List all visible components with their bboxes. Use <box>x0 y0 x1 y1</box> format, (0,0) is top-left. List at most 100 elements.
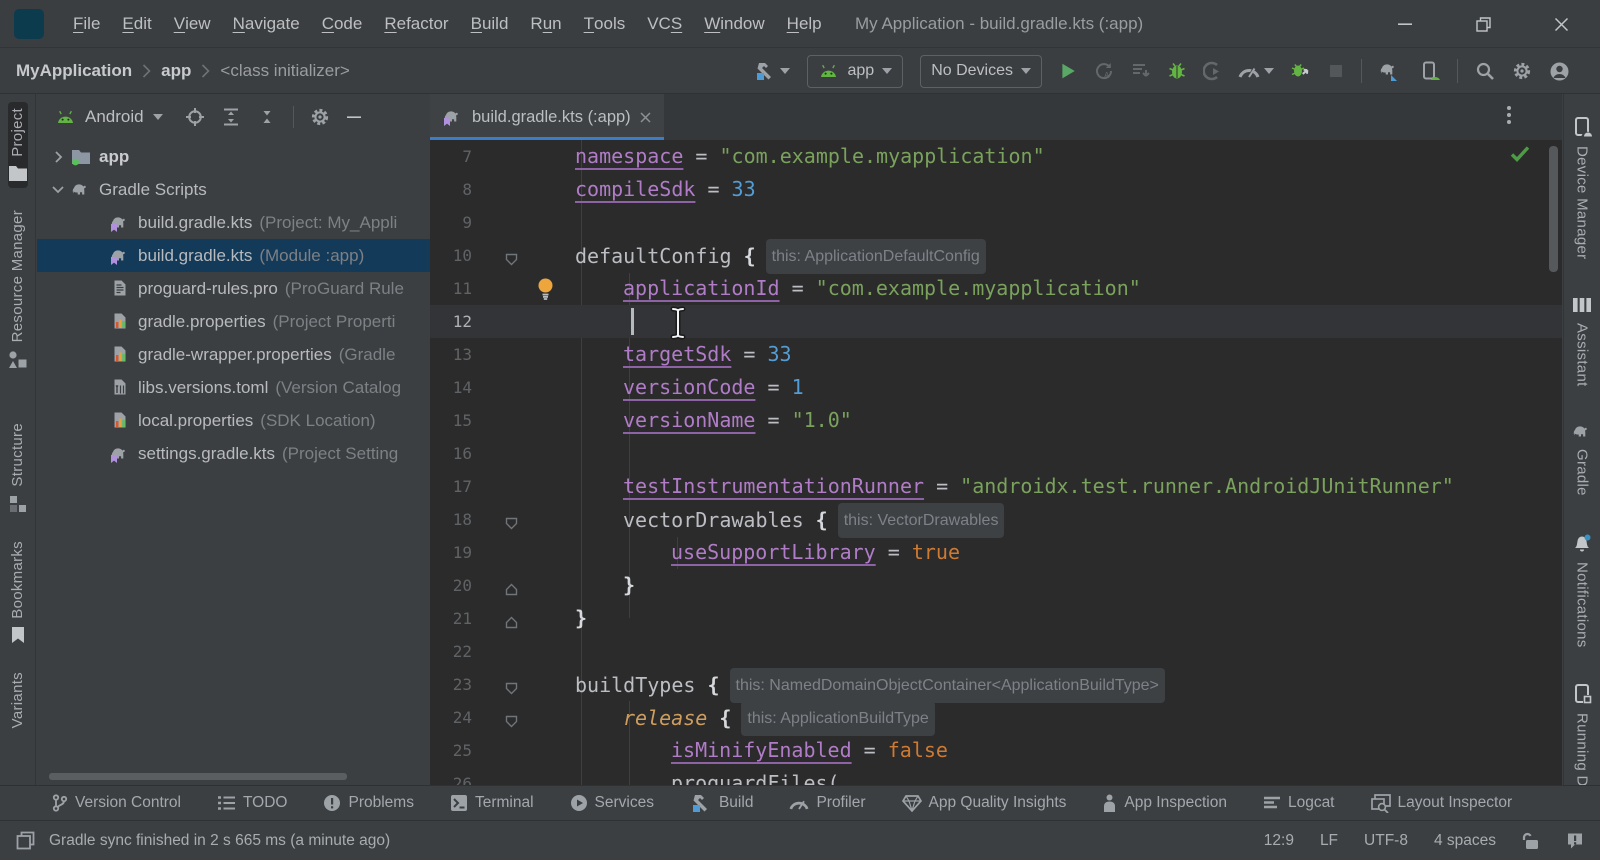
select-opened-file-button[interactable] <box>185 107 205 127</box>
menu-view[interactable]: View <box>163 0 222 48</box>
code-line-9[interactable]: 9 <box>430 206 1562 239</box>
code-line-24[interactable]: 24 release {this: ApplicationBuildType <box>430 701 1562 736</box>
code-line-13[interactable]: 13 targetSdk = 33 <box>430 338 1562 371</box>
run-configuration-select[interactable]: app <box>807 54 904 88</box>
menu-build[interactable]: Build <box>460 0 520 48</box>
menu-help[interactable]: Help <box>776 0 833 48</box>
tree-row-settings-gradle-kts[interactable]: settings.gradle.kts (Project Setting <box>37 437 430 470</box>
fold-start-icon[interactable] <box>504 677 519 701</box>
close-button[interactable] <box>1522 0 1600 48</box>
sync-project-button[interactable] <box>1379 61 1403 81</box>
code-line-18[interactable]: 18 vectorDrawables {this: VectorDrawables <box>430 503 1562 538</box>
profiler-button[interactable] <box>1238 63 1274 79</box>
toolwindow-logcat[interactable]: Logcat <box>1263 794 1335 812</box>
indent-widget[interactable]: 4 spaces <box>1434 832 1496 850</box>
fold-end-icon[interactable] <box>504 611 519 635</box>
fold-start-icon[interactable] <box>504 710 519 734</box>
code-line-7[interactable]: 7 namespace = "com.example.myapplication" <box>430 140 1562 173</box>
code-line-25[interactable]: 25 isMinifyEnabled = false <box>430 734 1562 767</box>
stripe-item-resource-manager[interactable]: Resource Manager <box>8 204 28 375</box>
code-line-19[interactable]: 19 useSupportLibrary = true <box>430 536 1562 569</box>
breadcrumb-location[interactable]: <class initializer> <box>220 61 349 81</box>
expand-all-button[interactable] <box>221 107 241 127</box>
menu-code[interactable]: Code <box>311 0 374 48</box>
code-editor[interactable]: 7 namespace = "com.example.myapplication"… <box>430 140 1562 785</box>
stripe-item-device-manager[interactable]: Device Manager <box>1571 110 1593 265</box>
build-hammer-button[interactable] <box>754 61 791 81</box>
tree-row-proguard-rules-pro[interactable]: proguard-rules.pro (ProGuard Rule <box>37 272 430 305</box>
horizontal-scrollbar[interactable] <box>49 773 347 780</box>
stripe-item-structure[interactable]: Structure <box>9 417 27 519</box>
line-ending-widget[interactable]: LF <box>1320 832 1338 850</box>
toolwindow-layout-inspector[interactable]: Layout Inspector <box>1370 793 1512 813</box>
stripe-item-notifications[interactable]: Notifications <box>1571 526 1593 654</box>
code-line-8[interactable]: 8 compileSdk = 33 <box>430 173 1562 206</box>
restore-button[interactable] <box>1444 0 1522 48</box>
tree-row-local-properties[interactable]: local.properties (SDK Location) <box>37 404 430 437</box>
code-line-14[interactable]: 14 versionCode = 1 <box>430 371 1562 404</box>
code-line-12[interactable]: 12 <box>430 305 1562 340</box>
tree-row-gradle-scripts[interactable]: Gradle Scripts <box>37 173 430 206</box>
stripe-item-project[interactable]: Project <box>7 102 28 188</box>
stripe-item-gradle[interactable]: Gradle <box>1572 417 1592 502</box>
tree-row-app[interactable]: app <box>37 140 430 173</box>
code-line-26[interactable]: 26 proguardFiles( <box>430 767 1562 785</box>
toolwindow-build[interactable]: Build <box>690 793 753 813</box>
search-everywhere-button[interactable] <box>1475 61 1495 81</box>
menu-run[interactable]: Run <box>519 0 572 48</box>
caret-position-widget[interactable]: 12:9 <box>1264 832 1294 850</box>
menu-file[interactable]: File <box>62 0 111 48</box>
stop-button[interactable] <box>1328 63 1344 79</box>
readonly-toggle-icon[interactable] <box>1522 831 1540 850</box>
notifications-balloon-icon[interactable] <box>1566 832 1584 850</box>
toolwindow-terminal[interactable]: Terminal <box>450 794 534 812</box>
collapse-all-button[interactable] <box>257 107 277 127</box>
code-line-23[interactable]: 23 buildTypes {this: NamedDomainObjectCon… <box>430 668 1562 703</box>
stripe-item-variants[interactable]: Variants <box>9 666 26 734</box>
stripe-item-running-devices[interactable]: Running Devices <box>1571 677 1593 785</box>
breadcrumb-module[interactable]: app <box>161 61 191 81</box>
profile-button[interactable] <box>1203 61 1221 81</box>
tab-build-gradle-kts[interactable]: build.gradle.kts (:app) <box>430 94 664 140</box>
fold-start-icon[interactable] <box>504 248 519 272</box>
device-manager-button[interactable] <box>1420 61 1440 81</box>
menu-edit[interactable]: Edit <box>111 0 162 48</box>
menu-navigate[interactable]: Navigate <box>222 0 311 48</box>
toolwindow-app-inspection[interactable]: App Inspection <box>1102 794 1227 812</box>
minimize-button[interactable] <box>1366 0 1444 48</box>
panel-settings-button[interactable] <box>310 107 330 127</box>
tool-windows-icon[interactable] <box>16 831 35 850</box>
code-line-11[interactable]: 11 applicationId = "com.example.myapplica… <box>430 272 1562 305</box>
tree-row-build-gradle-kts[interactable]: build.gradle.kts (Project: My_Appli <box>37 206 430 239</box>
tree-row-gradle-properties[interactable]: gradle.properties (Project Properti <box>37 305 430 338</box>
stripe-item-assistant[interactable]: Assistant <box>1572 289 1592 393</box>
project-view-selector[interactable]: Android <box>45 107 163 127</box>
hide-panel-button[interactable] <box>346 109 362 125</box>
close-tab-icon[interactable] <box>640 111 651 123</box>
menu-window[interactable]: Window <box>693 0 775 48</box>
stripe-item-bookmarks[interactable]: Bookmarks <box>9 535 26 651</box>
toolwindow-todo[interactable]: TODO <box>217 794 287 812</box>
run-button[interactable] <box>1059 62 1077 80</box>
vertical-scrollbar[interactable] <box>1549 146 1558 272</box>
menu-tools[interactable]: Tools <box>573 0 637 48</box>
toolwindow-version-control[interactable]: Version Control <box>52 794 181 812</box>
chevron-right-icon[interactable] <box>45 150 71 164</box>
code-line-21[interactable]: 21} <box>430 602 1562 635</box>
editor-options-menu[interactable] <box>1500 106 1518 128</box>
settings-button[interactable] <box>1512 61 1532 81</box>
code-line-22[interactable]: 22 <box>430 635 1562 668</box>
tree-row-libs-versions-toml[interactable]: libs.versions.toml (Version Catalog <box>37 371 430 404</box>
toolwindow-services[interactable]: Services <box>570 794 654 812</box>
toolwindow-problems[interactable]: Problems <box>323 794 414 812</box>
fold-start-icon[interactable] <box>504 512 519 536</box>
apply-changes-button[interactable] <box>1131 62 1151 80</box>
fold-end-icon[interactable] <box>504 578 519 602</box>
menu-refactor[interactable]: Refactor <box>373 0 459 48</box>
intention-bulb-icon[interactable] <box>536 277 555 306</box>
code-line-17[interactable]: 17 testInstrumentationRunner = "androidx.… <box>430 470 1562 503</box>
breadcrumb-project[interactable]: MyApplication <box>16 61 132 81</box>
toolwindow-app-quality-insights[interactable]: App Quality Insights <box>901 794 1066 812</box>
tree-row-build-gradle-kts[interactable]: build.gradle.kts (Module :app) <box>37 239 430 272</box>
encoding-widget[interactable]: UTF-8 <box>1364 832 1408 850</box>
